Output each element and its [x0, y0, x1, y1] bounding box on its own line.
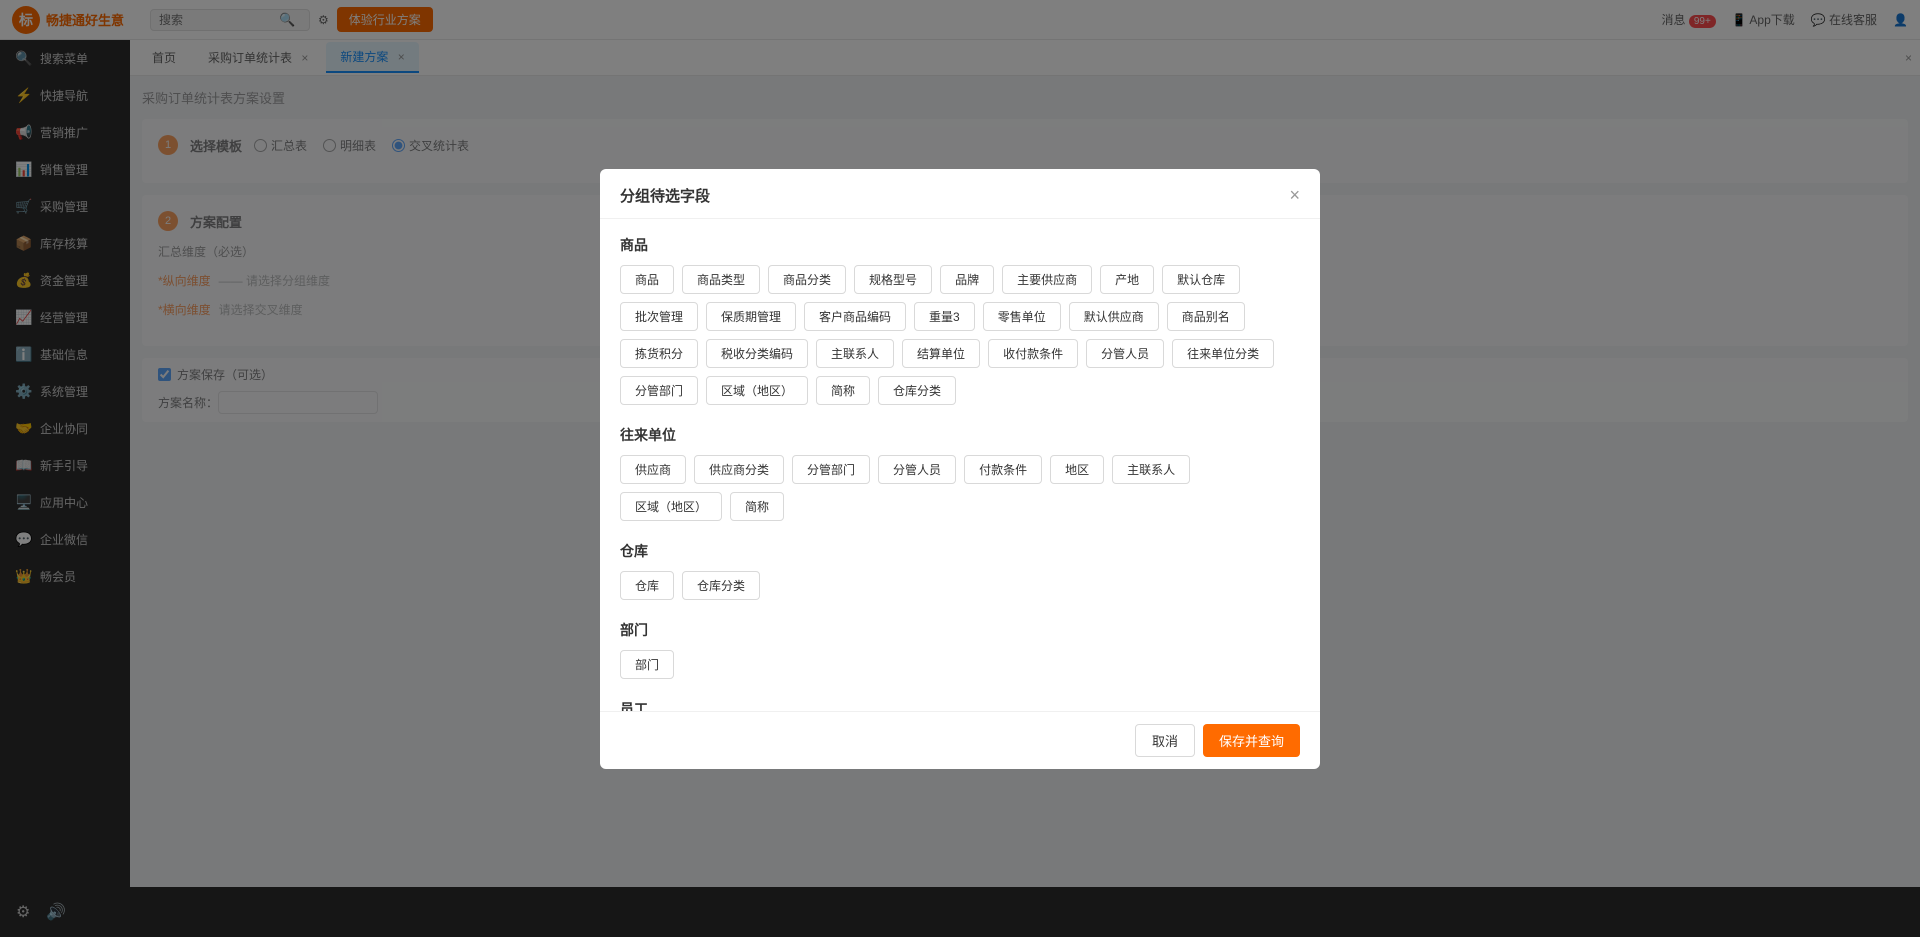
field-group-counterparty-title: 往来单位 — [620, 425, 1300, 445]
field-group-warehouse-title: 仓库 — [620, 541, 1300, 561]
field-tag[interactable]: 规格型号 — [854, 265, 932, 294]
field-tag[interactable]: 商品别名 — [1167, 302, 1245, 331]
field-tag[interactable]: 商品类型 — [682, 265, 760, 294]
field-tag[interactable]: 区域（地区） — [620, 492, 722, 521]
field-tag[interactable]: 分管部门 — [620, 376, 698, 405]
modal-body: 商品 商品 商品类型 商品分类 规格型号 品牌 主要供应商 产地 默认仓库 批次… — [600, 219, 1320, 711]
field-tag[interactable]: 零售单位 — [983, 302, 1061, 331]
field-tag[interactable]: 区域（地区） — [706, 376, 808, 405]
modal-close-button[interactable]: × — [1289, 185, 1300, 206]
field-tag[interactable]: 部门 — [620, 650, 674, 679]
field-tag[interactable]: 分管部门 — [792, 455, 870, 484]
field-tag[interactable]: 地区 — [1050, 455, 1104, 484]
counterparty-field-tags: 供应商 供应商分类 分管部门 分管人员 付款条件 地区 主联系人 区域（地区） … — [620, 455, 1300, 521]
field-tag[interactable]: 重量3 — [914, 302, 975, 331]
field-tag[interactable]: 拣货积分 — [620, 339, 698, 368]
product-field-tags: 商品 商品类型 商品分类 规格型号 品牌 主要供应商 产地 默认仓库 批次管理 … — [620, 265, 1300, 405]
modal-title: 分组待选字段 — [620, 185, 710, 206]
field-tag[interactable]: 收付款条件 — [988, 339, 1078, 368]
field-tag[interactable]: 分管人员 — [1086, 339, 1164, 368]
field-group-product: 商品 商品 商品类型 商品分类 规格型号 品牌 主要供应商 产地 默认仓库 批次… — [620, 235, 1300, 405]
modal-footer: 取消 保存并查询 — [600, 711, 1320, 769]
field-tag[interactable]: 主要供应商 — [1002, 265, 1092, 294]
field-tag[interactable]: 仓库分类 — [682, 571, 760, 600]
field-group-employee: 员工 业务员 — [620, 699, 1300, 711]
field-group-employee-title: 员工 — [620, 699, 1300, 711]
field-tag[interactable]: 付款条件 — [964, 455, 1042, 484]
field-tag[interactable]: 仓库 — [620, 571, 674, 600]
field-tag[interactable]: 产地 — [1100, 265, 1154, 294]
field-tag[interactable]: 简称 — [730, 492, 784, 521]
modal-header: 分组待选字段 × — [600, 169, 1320, 219]
field-tag[interactable]: 商品分类 — [768, 265, 846, 294]
field-tag[interactable]: 结算单位 — [902, 339, 980, 368]
field-tag[interactable]: 保质期管理 — [706, 302, 796, 331]
department-field-tags: 部门 — [620, 650, 1300, 679]
field-tag[interactable]: 往来单位分类 — [1172, 339, 1274, 368]
cancel-button[interactable]: 取消 — [1135, 724, 1195, 757]
field-group-product-title: 商品 — [620, 235, 1300, 255]
field-group-department: 部门 部门 — [620, 620, 1300, 679]
field-tag[interactable]: 商品 — [620, 265, 674, 294]
save-query-button[interactable]: 保存并查询 — [1203, 724, 1300, 757]
field-group-warehouse: 仓库 仓库 仓库分类 — [620, 541, 1300, 600]
field-tag[interactable]: 税收分类编码 — [706, 339, 808, 368]
field-tag[interactable]: 品牌 — [940, 265, 994, 294]
modal-overlay: 分组待选字段 × 商品 商品 商品类型 商品分类 规格型号 品牌 主要供应商 产… — [0, 0, 1920, 937]
field-tag[interactable]: 分管人员 — [878, 455, 956, 484]
field-tag[interactable]: 客户商品编码 — [804, 302, 906, 331]
field-tag[interactable]: 仓库分类 — [878, 376, 956, 405]
field-tag[interactable]: 批次管理 — [620, 302, 698, 331]
field-tag[interactable]: 主联系人 — [1112, 455, 1190, 484]
field-select-modal: 分组待选字段 × 商品 商品 商品类型 商品分类 规格型号 品牌 主要供应商 产… — [600, 169, 1320, 769]
field-tag[interactable]: 简称 — [816, 376, 870, 405]
field-group-counterparty: 往来单位 供应商 供应商分类 分管部门 分管人员 付款条件 地区 主联系人 区域… — [620, 425, 1300, 521]
field-tag[interactable]: 供应商 — [620, 455, 686, 484]
warehouse-field-tags: 仓库 仓库分类 — [620, 571, 1300, 600]
field-tag[interactable]: 默认供应商 — [1069, 302, 1159, 331]
field-group-department-title: 部门 — [620, 620, 1300, 640]
field-tag[interactable]: 默认仓库 — [1162, 265, 1240, 294]
field-tag[interactable]: 供应商分类 — [694, 455, 784, 484]
field-tag[interactable]: 主联系人 — [816, 339, 894, 368]
